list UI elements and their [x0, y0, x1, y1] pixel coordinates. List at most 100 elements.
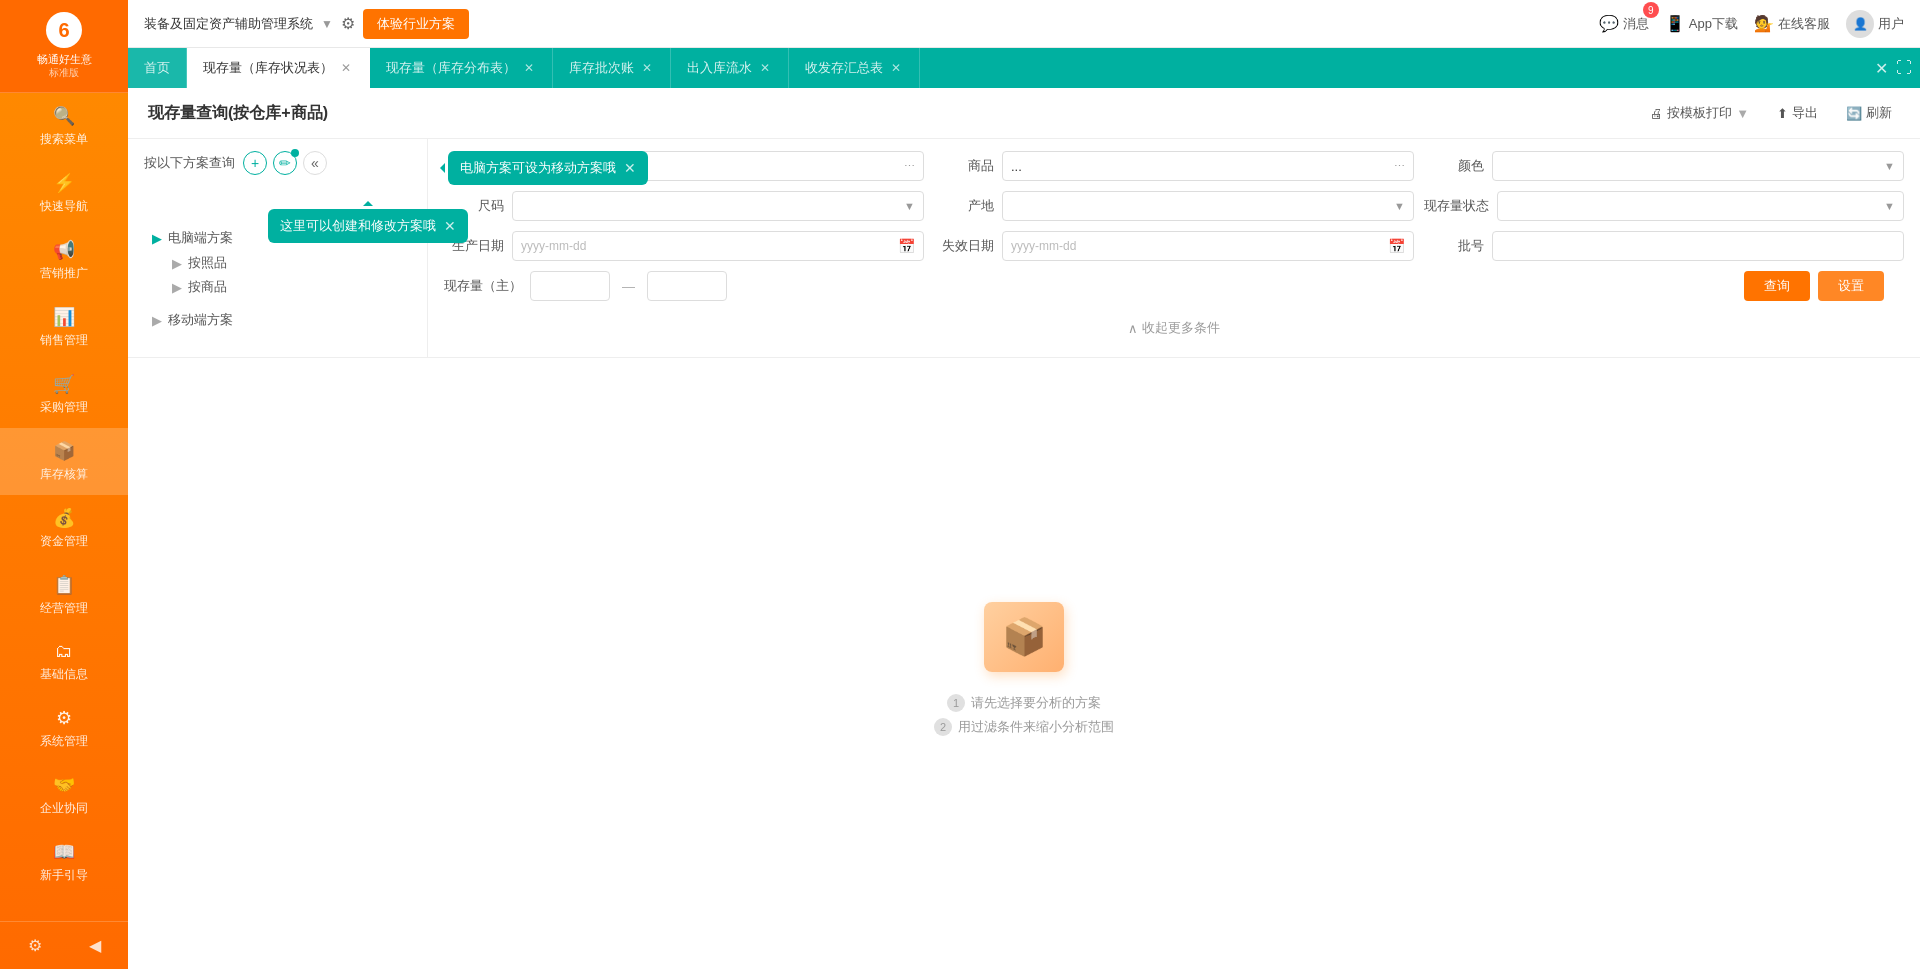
origin-select[interactable]: ▼ — [1002, 191, 1414, 221]
header-settings-icon[interactable]: ⚙ — [341, 14, 355, 33]
sidebar-item-label: 库存核算 — [40, 466, 88, 483]
empty-icon: 📦 — [974, 592, 1074, 682]
sidebar-item-label: 快速导航 — [40, 198, 88, 215]
tab-receive-summary[interactable]: 收发存汇总表 ✕ — [789, 48, 920, 88]
tab-close-icon[interactable]: ✕ — [758, 59, 772, 77]
chevron-down-icon: ▼ — [1394, 200, 1405, 212]
sidebar-item-guide[interactable]: 📖 新手引导 — [0, 829, 128, 896]
marketing-icon: 📢 — [53, 239, 75, 261]
sidebar-item-search-menu[interactable]: 🔍 搜索菜单 — [0, 93, 128, 160]
export-icon: ⬆ — [1777, 106, 1788, 121]
online-service-action[interactable]: 💁 在线客服 — [1754, 14, 1830, 33]
empty-step-1: 1 请先选择要分析的方案 — [947, 694, 1101, 712]
sidebar-nav: 🔍 搜索菜单 ⚡ 快速导航 📢 营销推广 📊 销售管理 🛒 采购管理 📦 库存核… — [0, 93, 128, 921]
inventory-main-max[interactable] — [647, 271, 727, 301]
collapse-row[interactable]: ∧ 收起更多条件 — [444, 311, 1904, 345]
origin-filter: 产地 ▼ — [934, 191, 1414, 221]
tab-fullscreen-icon[interactable]: ⛶ — [1896, 59, 1912, 77]
production-date-input[interactable]: yyyy-mm-dd 📅 — [512, 231, 924, 261]
tab-inventory-status-label: 现存量（库存状况表） — [203, 59, 333, 77]
notification-action[interactable]: 💬 消息 9 — [1599, 14, 1649, 33]
batch-no-input[interactable] — [1492, 231, 1904, 261]
sidebar-item-quick-nav[interactable]: ⚡ 快速导航 — [0, 160, 128, 227]
filter-row-4: 现存量（主） — 查询 设置 — [444, 271, 1904, 301]
query-header: 按以下方案查询 + ✏ « — [144, 151, 411, 175]
sidebar-item-finance[interactable]: 💰 资金管理 — [0, 495, 128, 562]
origin-label: 产地 — [934, 197, 994, 215]
tab-close-icon[interactable]: ✕ — [339, 59, 353, 77]
header-left: 装备及固定资产辅助管理系统 ▼ ⚙ 体验行业方案 — [144, 9, 469, 39]
sidebar-item-enterprise[interactable]: 🤝 企业协同 — [0, 762, 128, 829]
tab-inventory-status[interactable]: 现存量（库存状况表） ✕ — [187, 48, 370, 88]
user-action[interactable]: 👤 用户 — [1846, 10, 1904, 38]
add-scheme-btn[interactable]: + — [243, 151, 267, 175]
sub-item-by-category[interactable]: ▶ 按照品 — [172, 251, 411, 275]
tab-close-all-icon[interactable]: ✕ — [1875, 59, 1888, 78]
color-filter: 颜色 ▼ — [1424, 151, 1904, 181]
empty-text: 1 请先选择要分析的方案 2 用过滤条件来缩小分析范围 — [934, 694, 1114, 736]
tab-inventory-dist-label: 现存量（库存分布表） — [386, 59, 516, 77]
filter-main: 仓库 ... ⋯ 商品 ... ⋯ — [428, 139, 1920, 357]
export-btn[interactable]: ⬆ 导出 — [1769, 100, 1826, 126]
scheme-tooltip-text: 电脑方案可设为移动方案哦 — [460, 159, 616, 177]
empty-state: 📦 1 请先选择要分析的方案 2 用过滤条件来缩小分析范围 — [128, 358, 1920, 969]
expiry-date-input[interactable]: yyyy-mm-dd 📅 — [1002, 231, 1414, 261]
sidebar-item-sales[interactable]: 📊 销售管理 — [0, 294, 128, 361]
sub-item-by-product[interactable]: ▶ 按商品 — [172, 275, 411, 299]
page-content: 现存量查询(按仓库+商品) 🖨 按模板打印 ▼ ⬆ 导出 🔄 刷新 — [128, 88, 1920, 969]
tab-close-icon[interactable]: ✕ — [889, 59, 903, 77]
step-1-text: 请先选择要分析的方案 — [971, 694, 1101, 712]
tab-inventory-dist[interactable]: 现存量（库存分布表） ✕ — [370, 48, 553, 88]
logo-icon: 6 — [46, 12, 82, 48]
size-select[interactable]: ▼ — [512, 191, 924, 221]
mobile-scheme-branch[interactable]: ▶ 移动端方案 — [152, 307, 411, 333]
sidebar-item-system[interactable]: ⚙ 系统管理 — [0, 695, 128, 762]
sidebar-item-inventory[interactable]: 📦 库存核算 — [0, 428, 128, 495]
sidebar-settings-btn[interactable]: ⚙ — [24, 932, 46, 959]
tab-home[interactable]: 首页 — [128, 48, 187, 88]
expiry-date-label: 失效日期 — [934, 237, 994, 255]
tab-batch-ledger[interactable]: 库存批次账 ✕ — [553, 48, 671, 88]
dropdown-arrow-icon: ▼ — [321, 17, 333, 31]
tab-inout-flow-label: 出入库流水 — [687, 59, 752, 77]
sidebar-item-label: 营销推广 — [40, 265, 88, 282]
sidebar-item-basic-info[interactable]: 🗂 基础信息 — [0, 629, 128, 695]
service-icon: 💁 — [1754, 14, 1774, 33]
notification-label: 消息 — [1623, 15, 1649, 33]
print-btn[interactable]: 🖨 按模板打印 ▼ — [1642, 100, 1757, 126]
print-icon: 🖨 — [1650, 106, 1663, 121]
tab-inout-flow[interactable]: 出入库流水 ✕ — [671, 48, 789, 88]
online-service-label: 在线客服 — [1778, 15, 1830, 33]
product-select[interactable]: ... ⋯ — [1002, 151, 1414, 181]
user-label: 用户 — [1878, 15, 1904, 33]
reset-btn[interactable]: 设置 — [1818, 271, 1884, 301]
step-2-text: 用过滤条件来缩小分析范围 — [958, 718, 1114, 736]
color-select[interactable]: ▼ — [1492, 151, 1904, 181]
tab-close-icon[interactable]: ✕ — [640, 59, 654, 77]
sidebar-item-purchase[interactable]: 🛒 采购管理 — [0, 361, 128, 428]
search-btn[interactable]: 查询 — [1744, 271, 1810, 301]
industry-btn[interactable]: 体验行业方案 — [363, 9, 469, 39]
user-avatar: 👤 — [1846, 10, 1874, 38]
inventory-status-select[interactable]: ▼ — [1497, 191, 1904, 221]
batch-no-label: 批号 — [1424, 237, 1484, 255]
sidebar-item-operations[interactable]: 📋 经营管理 — [0, 562, 128, 629]
back-scheme-btn[interactable]: « — [303, 151, 327, 175]
app-download-action[interactable]: 📱 App下载 — [1665, 14, 1738, 33]
inventory-status-label: 现存量状态 — [1424, 197, 1489, 215]
tab-close-icon[interactable]: ✕ — [522, 59, 536, 77]
sidebar-item-label: 系统管理 — [40, 733, 88, 750]
chevron-up-icon: ∧ — [1128, 321, 1138, 336]
edit-tooltip-close[interactable]: ✕ — [444, 218, 456, 234]
inventory-main-min[interactable] — [530, 271, 610, 301]
sidebar-item-label: 搜索菜单 — [40, 131, 88, 148]
query-label: 按以下方案查询 — [144, 154, 235, 172]
sidebar-collapse-btn[interactable]: ◀ — [85, 932, 105, 959]
tab-home-label: 首页 — [144, 59, 170, 77]
refresh-btn[interactable]: 🔄 刷新 — [1838, 100, 1900, 126]
sidebar-item-label: 采购管理 — [40, 399, 88, 416]
scheme-tooltip-close[interactable]: ✕ — [624, 160, 636, 176]
app-icon: 📱 — [1665, 14, 1685, 33]
sidebar-item-marketing[interactable]: 📢 营销推广 — [0, 227, 128, 294]
edit-scheme-btn[interactable]: ✏ — [273, 151, 297, 175]
